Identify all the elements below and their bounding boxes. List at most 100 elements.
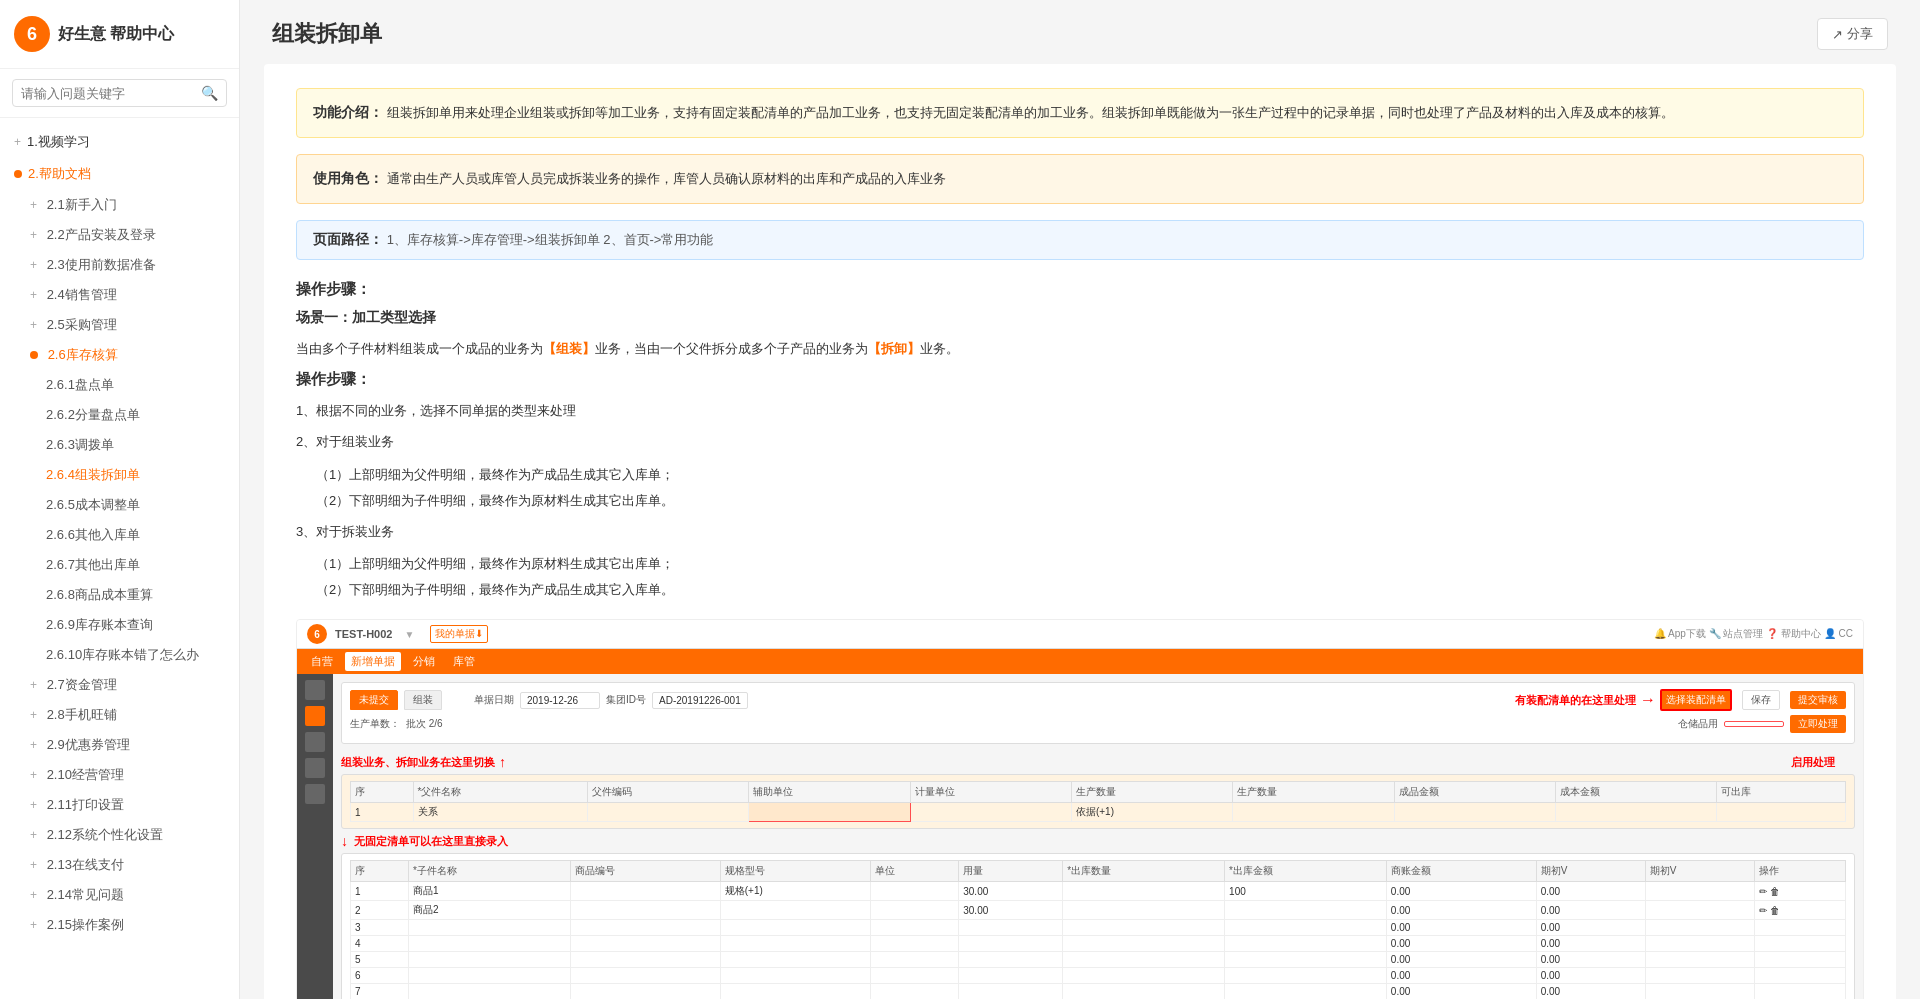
sidebar-item-sales[interactable]: + 2.4销售管理 xyxy=(0,280,239,310)
sidebar-leaf-assembly[interactable]: 2.6.4组装拆卸单 xyxy=(0,460,239,490)
page-title: 组装拆卸单 xyxy=(272,19,382,49)
content-area: 功能介绍： 组装拆卸单用来处理企业组装或拆卸等加工业务，支持有固定装配清单的产品… xyxy=(264,64,1896,999)
sim-date-input[interactable]: 2019-12-26 xyxy=(520,692,600,709)
sim-count-label: 生产单数： xyxy=(350,717,400,731)
sidebar-leaf-costrecalc[interactable]: 2.6.8商品成本重算 xyxy=(0,580,239,610)
td-seq: 1 xyxy=(351,803,414,822)
sim-screenshot: 6 TEST-H002 ▼ 我的单据⬇ 🔔 App下载 🔧 站点管理 ❓ 帮助中… xyxy=(297,620,1863,999)
sim-th-parentunit: 父件编码 xyxy=(587,782,748,803)
sidebar-item-inventory[interactable]: 2.6库存核算 xyxy=(0,340,239,370)
sim-sidebar xyxy=(297,674,333,999)
sidebar-leaf-transfer[interactable]: 2.6.3调拨单 xyxy=(0,430,239,460)
ops-steps-label: 操作步骤： xyxy=(296,370,1864,389)
sim-date-label: 单据日期 xyxy=(474,693,514,707)
sim-child-thead-row: 序 *子件名称 商品编号 规格型号 单位 用量 *出库数量 *出库金额 商账金额 xyxy=(351,861,1846,882)
screenshot-container: 6 TEST-H002 ▼ 我的单据⬇ 🔔 App下载 🔧 站点管理 ❓ 帮助中… xyxy=(296,619,1864,999)
sim-th-bizamt: 商账金额 xyxy=(1386,861,1536,882)
sim-count-value: 批次 2/6 xyxy=(406,717,443,731)
intro-label: 功能介绍： xyxy=(313,104,383,120)
annotation1-text: 有装配清单的在这里处理 xyxy=(1515,693,1636,708)
sidebar-leaf-stockcount[interactable]: 2.6.1盘点单 xyxy=(0,370,239,400)
sidebar-item-coupon[interactable]: + 2.9优惠券管理 xyxy=(0,730,239,760)
sidebar-leaf-partialcount[interactable]: 2.6.2分量盘点单 xyxy=(0,400,239,430)
sidebar-item-settings[interactable]: + 2.12系统个性化设置 xyxy=(0,820,239,850)
logo-text: 好生意 帮助中心 xyxy=(58,24,174,45)
sim-th-qty: 辅助单位 xyxy=(749,782,910,803)
sim-th-parentname: 序 xyxy=(351,782,414,803)
sidebar-item-cases[interactable]: + 2.15操作案例 xyxy=(0,910,239,940)
sidebar-item-payment[interactable]: + 2.13在线支付 xyxy=(0,850,239,880)
sim-select-bom-btn[interactable]: 选择装配清单 xyxy=(1660,689,1732,711)
sim-submit-btn[interactable]: 提交审核 xyxy=(1790,691,1846,709)
sidebar-item-mgmt[interactable]: + 2.10经营管理 xyxy=(0,760,239,790)
sim-parent-thead-row: 序 *父件名称 父件编码 辅助单位 计量单位 生产数量 生产数量 成品金额 成本 xyxy=(351,782,1846,803)
sim-nav-home[interactable]: 自营 xyxy=(305,652,339,671)
sidebar-item-dataprep[interactable]: + 2.3使用前数据准备 xyxy=(0,250,239,280)
sim-save-btn[interactable]: 保存 xyxy=(1742,690,1780,710)
sim-th-unit: 单位 xyxy=(870,861,959,882)
td-pname: 关系 xyxy=(413,803,587,822)
search-box[interactable]: 🔍 xyxy=(12,79,227,107)
sidebar-item-videos[interactable]: + 1.视频学习 xyxy=(0,126,239,158)
sim-form-header: 未提交 组装 单据日期 2019-12-26 集团ID号 AD-20191226… xyxy=(341,682,1855,744)
sidebar-leaf-costadjust[interactable]: 2.6.5成本调整单 xyxy=(0,490,239,520)
sidebar-item-print[interactable]: + 2.11打印设置 xyxy=(0,790,239,820)
sim-th-outamt: *出库金额 xyxy=(1225,861,1387,882)
sim-th-usage: 用量 xyxy=(959,861,1063,882)
highlight-assembly: 【组装】 xyxy=(543,341,595,356)
sim-th-spec: 规格型号 xyxy=(720,861,870,882)
sim-confirm-btn[interactable]: 立即处理 xyxy=(1790,715,1846,733)
sidebar-leaf-otheroutbound[interactable]: 2.6.7其他出库单 xyxy=(0,550,239,580)
sim-nav-wh[interactable]: 库管 xyxy=(447,652,481,671)
sidebar-item-faq[interactable]: + 2.14常见问题 xyxy=(0,880,239,910)
sim-th-cost: 生产数量 xyxy=(1233,782,1394,803)
td-qunit xyxy=(910,803,1071,822)
sim-nav-distribution[interactable]: 分销 xyxy=(407,652,441,671)
td-pcode xyxy=(587,803,748,822)
sim-topbar: 6 TEST-H002 ▼ 我的单据⬇ 🔔 App下载 🔧 站点管理 ❓ 帮助中… xyxy=(297,620,1863,649)
table-row: 3 0.00 0.00 xyxy=(351,920,1846,936)
step3-sub1: （1）上部明细为父件明细，最终作为原材料生成其它出库单； xyxy=(316,551,1864,577)
sim-tab-uncommitted[interactable]: 未提交 xyxy=(350,690,398,710)
scene1-desc: 当由多个子件材料组装成一个成品的业务为【组装】业务，当由一个父件拆分成多个子产品… xyxy=(296,337,1864,360)
sim-logo: 6 xyxy=(307,624,327,644)
sim-add-doc-btn[interactable]: 我的单据⬇ xyxy=(430,625,488,643)
table-row: 7 0.00 0.00 xyxy=(351,984,1846,999)
nav-tree: + 1.视频学习 2.帮助文档 + 2.1新手入门 + 2.2产品安装及登录 +… xyxy=(0,118,239,999)
sim-sidebar-icon2[interactable] xyxy=(305,706,325,726)
sidebar-item-helpdocs[interactable]: 2.帮助文档 xyxy=(0,158,239,190)
step3-sub2: （2）下部明细为子件明细，最终作为产成品生成其它入库单。 xyxy=(316,577,1864,603)
table-row: 2 商品2 30.00 0.00 xyxy=(351,901,1846,920)
sidebar-item-finance[interactable]: + 2.7资金管理 xyxy=(0,670,239,700)
share-button[interactable]: ↗ 分享 xyxy=(1817,18,1888,50)
sidebar-item-purchase[interactable]: + 2.5采购管理 xyxy=(0,310,239,340)
sidebar-item-mobile[interactable]: + 2.8手机旺铺 xyxy=(0,700,239,730)
search-icon[interactable]: 🔍 xyxy=(201,85,218,101)
sim-tab-assembly[interactable]: 组装 xyxy=(404,690,442,710)
sim-sidebar-icon1 xyxy=(305,680,325,700)
role-text: 通常由生产人员或库管人员完成拆装业务的操作，库管人员确认原材料的出库和产成品的入… xyxy=(387,171,946,186)
sim-th-amount: 生产数量 xyxy=(1071,782,1232,803)
sidebar-leaf-ledgerquery[interactable]: 2.6.9库存账本查询 xyxy=(0,610,239,640)
plus-icon: + xyxy=(14,135,21,149)
ops-label: 操作步骤： xyxy=(296,280,1864,299)
sim-nav-newdoc[interactable]: 新增单据 xyxy=(345,652,401,671)
annotation-row4: ↓ 无固定清单可以在这里直接录入 xyxy=(341,833,1855,849)
sidebar-item-install[interactable]: + 2.2产品安装及登录 xyxy=(0,220,239,250)
step1-text: 1、根据不同的业务，选择不同单据的类型来处理 xyxy=(296,399,1864,422)
sidebar-leaf-otherinbound[interactable]: 2.6.6其他入库单 xyxy=(0,520,239,550)
sim-storehouse-label: 仓储品用 xyxy=(1678,717,1718,731)
sim-id-input[interactable]: AD-20191226-001 xyxy=(652,692,748,709)
table-row: 4 0.00 0.00 xyxy=(351,936,1846,952)
td-punit[interactable] xyxy=(749,803,910,822)
sidebar-item-newuser[interactable]: + 2.1新手入门 xyxy=(0,190,239,220)
sim-storehouse-input[interactable] xyxy=(1724,721,1784,727)
arrow-right-icon: → xyxy=(1640,691,1656,709)
sidebar-leaf-ledgererror[interactable]: 2.6.10库存账本错了怎么办 xyxy=(0,640,239,670)
intro-text: 组装拆卸单用来处理企业组装或拆卸等加工业务，支持有固定装配清单的产品加工业务，也… xyxy=(387,105,1674,120)
path-text: 1、库存核算->库存管理->组装拆卸单 2、首页->常用功能 xyxy=(387,232,714,247)
sim-child-table: 序 *子件名称 商品编号 规格型号 单位 用量 *出库数量 *出库金额 商账金额 xyxy=(350,860,1846,999)
search-input[interactable] xyxy=(21,86,201,101)
sim-parent-table: 序 *父件名称 父件编码 辅助单位 计量单位 生产数量 生产数量 成品金额 成本 xyxy=(350,781,1846,822)
annotation4-text: 无固定清单可以在这里直接录入 xyxy=(354,834,508,849)
